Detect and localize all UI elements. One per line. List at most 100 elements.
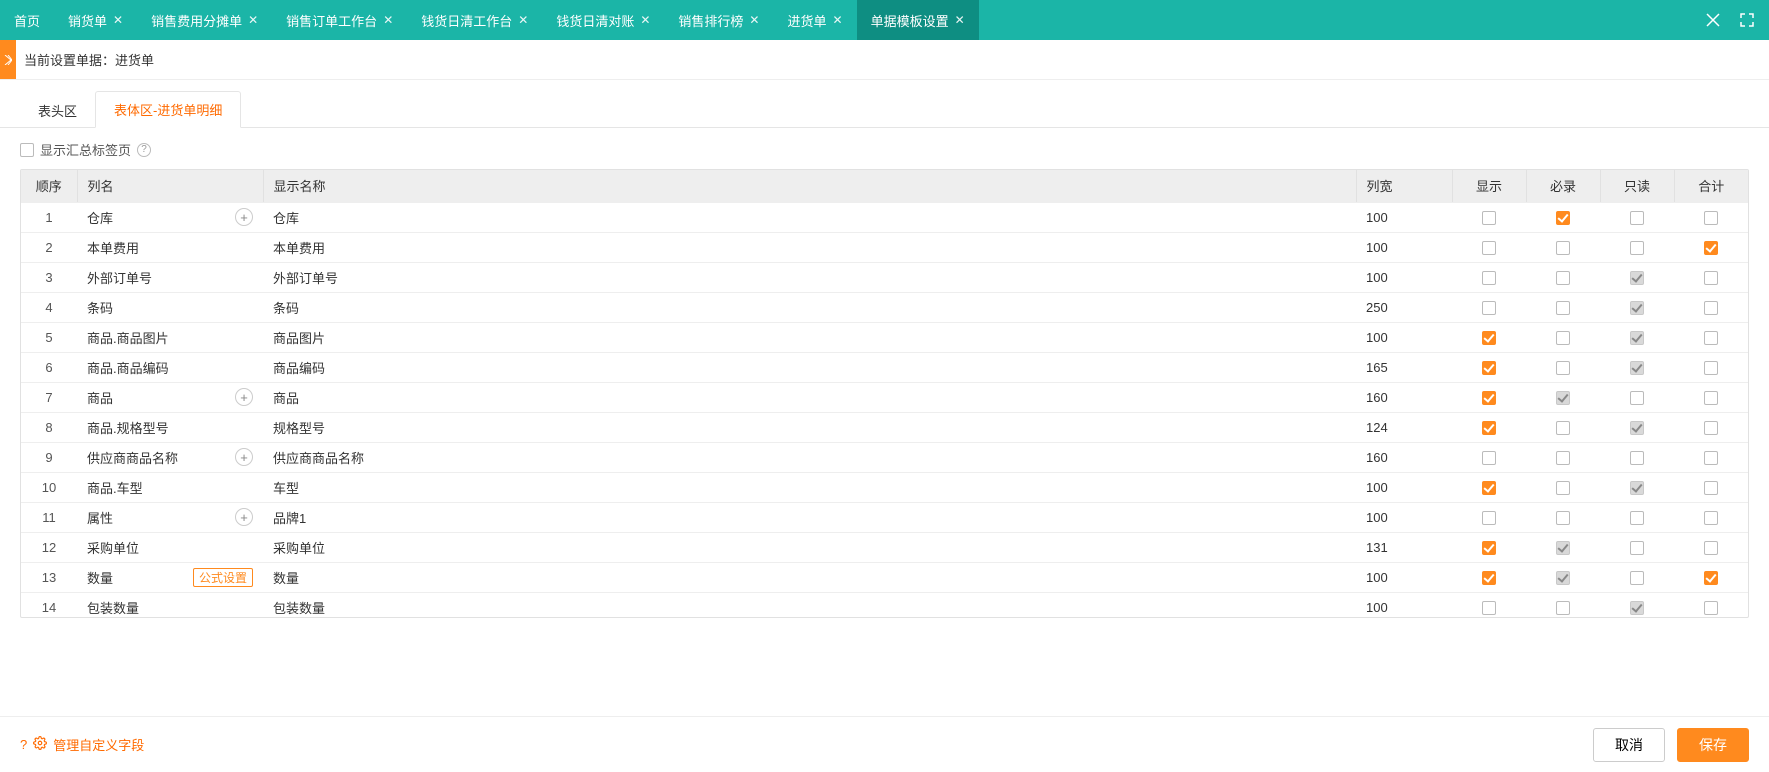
close-icon[interactable]: ✕	[383, 13, 393, 27]
cancel-button[interactable]: 取消	[1593, 728, 1665, 762]
checkbox[interactable]	[1556, 511, 1570, 525]
cell-width[interactable]: 160	[1356, 442, 1452, 472]
save-button[interactable]: 保存	[1677, 728, 1749, 762]
cell-width[interactable]: 131	[1356, 532, 1452, 562]
checkbox[interactable]	[1630, 421, 1644, 435]
checkbox[interactable]	[1704, 211, 1718, 225]
inner-tab[interactable]: 表体区-进货单明细	[95, 91, 241, 128]
cell-width[interactable]: 100	[1356, 472, 1452, 502]
cell-dispname[interactable]: 数量	[263, 562, 1356, 592]
checkbox[interactable]	[1482, 601, 1496, 615]
formula-tag[interactable]: 公式设置	[193, 568, 253, 587]
cell-dispname[interactable]: 采购单位	[263, 532, 1356, 562]
checkbox[interactable]	[1482, 481, 1496, 495]
expand-handle-icon[interactable]	[0, 40, 16, 79]
checkbox[interactable]	[1556, 391, 1570, 405]
cell-dispname[interactable]: 本单费用	[263, 232, 1356, 262]
inner-tab[interactable]: 表头区	[20, 93, 95, 128]
checkbox[interactable]	[1482, 451, 1496, 465]
checkbox[interactable]	[1556, 331, 1570, 345]
checkbox[interactable]	[1630, 541, 1644, 555]
top-tab[interactable]: 销售费用分摊单✕	[137, 0, 272, 40]
manage-custom-fields-link[interactable]: 管理自定义字段	[53, 735, 144, 754]
cell-dispname[interactable]: 品牌1	[263, 502, 1356, 532]
plus-icon[interactable]: +	[235, 208, 253, 226]
checkbox[interactable]	[1556, 481, 1570, 495]
checkbox[interactable]	[1704, 601, 1718, 615]
cell-width[interactable]: 160	[1356, 382, 1452, 412]
checkbox[interactable]	[1630, 211, 1644, 225]
checkbox[interactable]	[1556, 301, 1570, 315]
checkbox[interactable]	[1556, 211, 1570, 225]
cell-dispname[interactable]: 商品图片	[263, 322, 1356, 352]
cell-width[interactable]: 100	[1356, 502, 1452, 532]
checkbox[interactable]	[1556, 451, 1570, 465]
cell-width[interactable]: 100	[1356, 232, 1452, 262]
close-icon[interactable]: ✕	[640, 13, 650, 27]
cell-width[interactable]: 100	[1356, 202, 1452, 232]
top-tab[interactable]: 销售订单工作台✕	[272, 0, 407, 40]
checkbox[interactable]	[1704, 391, 1718, 405]
checkbox[interactable]	[1556, 241, 1570, 255]
checkbox[interactable]	[1704, 271, 1718, 285]
cell-dispname[interactable]: 商品	[263, 382, 1356, 412]
show-summary-tab-checkbox[interactable]	[20, 143, 34, 157]
checkbox[interactable]	[1482, 361, 1496, 375]
top-tab[interactable]: 销售排行榜✕	[664, 0, 773, 40]
cell-width[interactable]: 100	[1356, 262, 1452, 292]
plus-icon[interactable]: +	[235, 448, 253, 466]
checkbox[interactable]	[1704, 301, 1718, 315]
close-icon[interactable]: ✕	[113, 13, 123, 27]
checkbox[interactable]	[1630, 601, 1644, 615]
top-tab[interactable]: 单据模板设置✕	[857, 0, 979, 40]
checkbox[interactable]	[1482, 571, 1496, 585]
checkbox[interactable]	[1704, 451, 1718, 465]
cell-dispname[interactable]: 仓库	[263, 202, 1356, 232]
checkbox[interactable]	[1630, 271, 1644, 285]
checkbox[interactable]	[1630, 481, 1644, 495]
cell-dispname[interactable]: 供应商商品名称	[263, 442, 1356, 472]
checkbox[interactable]	[1630, 451, 1644, 465]
close-icon[interactable]: ✕	[749, 13, 759, 27]
top-tab[interactable]: 进货单✕	[773, 0, 856, 40]
checkbox[interactable]	[1704, 511, 1718, 525]
checkbox[interactable]	[1482, 241, 1496, 255]
close-icon[interactable]: ✕	[955, 13, 965, 27]
cell-width[interactable]: 100	[1356, 322, 1452, 352]
checkbox[interactable]	[1556, 421, 1570, 435]
checkbox[interactable]	[1482, 271, 1496, 285]
checkbox[interactable]	[1482, 511, 1496, 525]
cell-width[interactable]: 165	[1356, 352, 1452, 382]
top-tab[interactable]: 钱货日清对账✕	[542, 0, 664, 40]
cell-width[interactable]: 124	[1356, 412, 1452, 442]
checkbox[interactable]	[1482, 301, 1496, 315]
checkbox[interactable]	[1482, 421, 1496, 435]
checkbox[interactable]	[1556, 571, 1570, 585]
checkbox[interactable]	[1704, 541, 1718, 555]
checkbox[interactable]	[1630, 391, 1644, 405]
cell-width[interactable]: 250	[1356, 292, 1452, 322]
plus-icon[interactable]: +	[235, 388, 253, 406]
fullscreen-icon[interactable]	[1733, 6, 1761, 34]
checkbox[interactable]	[1630, 361, 1644, 375]
cell-dispname[interactable]: 包装数量	[263, 592, 1356, 617]
cell-width[interactable]: 100	[1356, 562, 1452, 592]
checkbox[interactable]	[1630, 511, 1644, 525]
checkbox[interactable]	[1482, 211, 1496, 225]
checkbox[interactable]	[1630, 331, 1644, 345]
checkbox[interactable]	[1704, 331, 1718, 345]
checkbox[interactable]	[1630, 241, 1644, 255]
checkbox[interactable]	[1556, 601, 1570, 615]
top-tab[interactable]: 钱货日清工作台✕	[407, 0, 542, 40]
checkbox[interactable]	[1556, 361, 1570, 375]
checkbox[interactable]	[1630, 301, 1644, 315]
checkbox[interactable]	[1704, 241, 1718, 255]
checkbox[interactable]	[1482, 391, 1496, 405]
plus-icon[interactable]: +	[235, 508, 253, 526]
cell-dispname[interactable]: 商品编码	[263, 352, 1356, 382]
checkbox[interactable]	[1704, 361, 1718, 375]
checkbox[interactable]	[1704, 421, 1718, 435]
checkbox[interactable]	[1556, 271, 1570, 285]
checkbox[interactable]	[1704, 571, 1718, 585]
checkbox[interactable]	[1482, 331, 1496, 345]
